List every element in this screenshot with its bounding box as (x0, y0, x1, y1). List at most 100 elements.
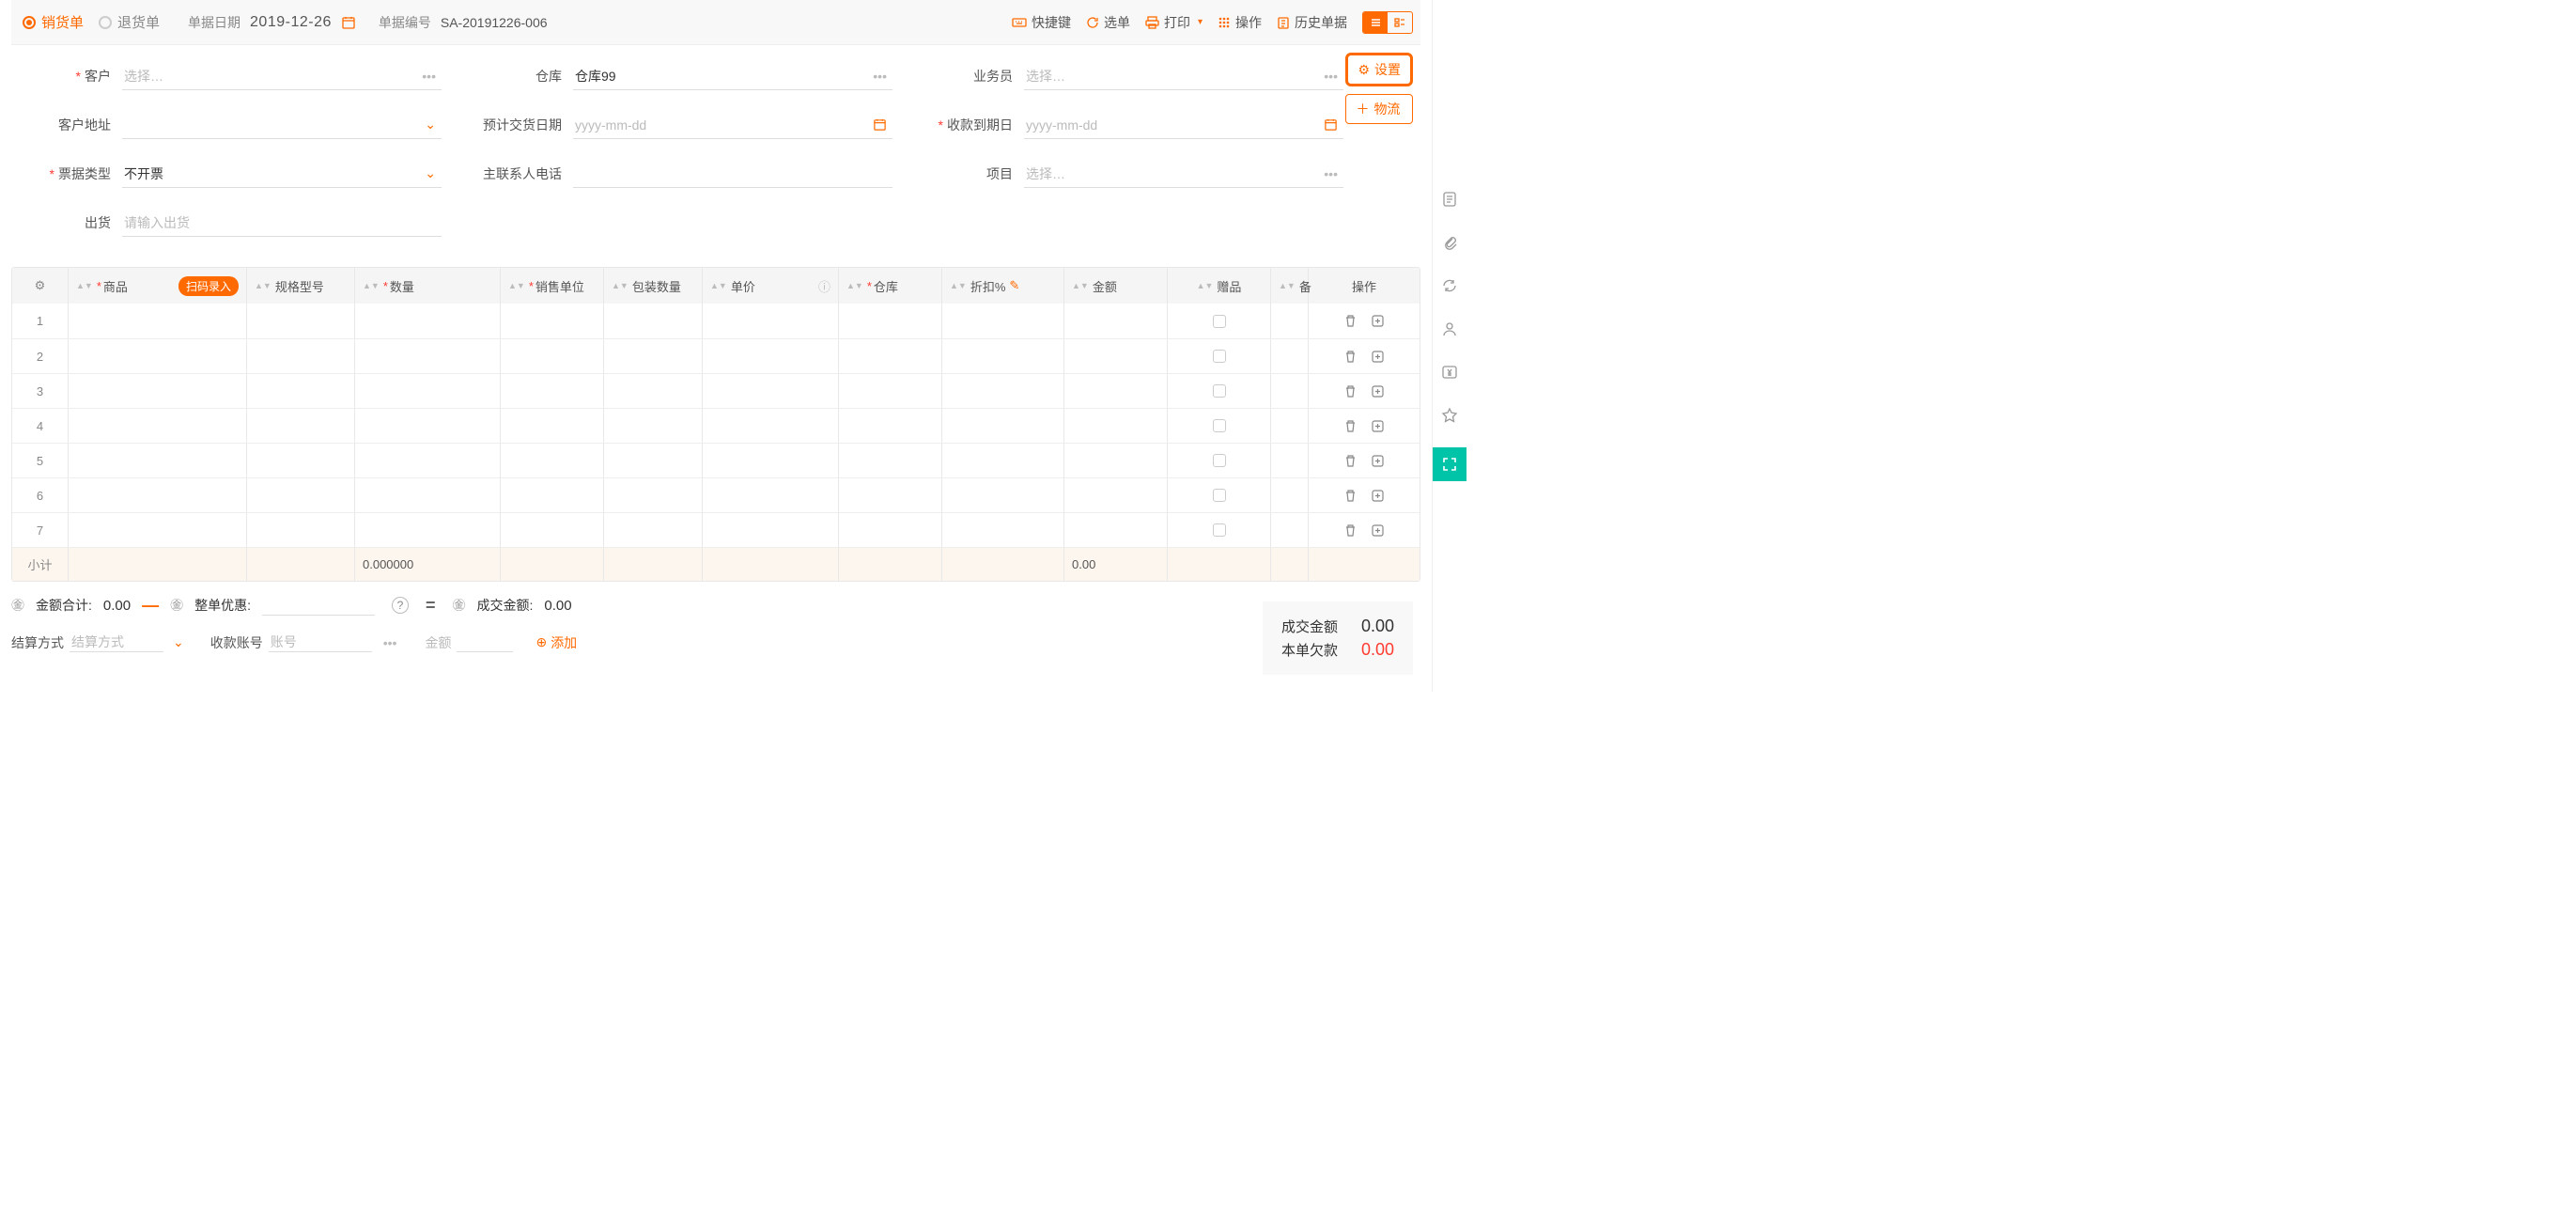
calendar-icon[interactable] (341, 15, 356, 30)
salesman-select[interactable] (1026, 69, 1320, 84)
cell-spec[interactable] (247, 304, 355, 338)
sort-icon[interactable]: ▲▼ (508, 283, 525, 289)
cell-discount[interactable] (942, 374, 1064, 408)
sort-icon[interactable]: ▲▼ (710, 283, 727, 289)
rail-price-icon[interactable] (1438, 361, 1461, 383)
sort-icon[interactable]: ▲▼ (950, 283, 967, 289)
calendar-icon[interactable] (1320, 117, 1342, 132)
table-row[interactable]: 1 (12, 304, 1420, 338)
cell-price[interactable] (703, 444, 839, 477)
ship-input[interactable] (124, 215, 440, 230)
cell-unit[interactable] (501, 374, 604, 408)
cell-product[interactable] (69, 339, 247, 373)
cell-pack[interactable] (604, 478, 703, 512)
cell-qty[interactable] (355, 444, 501, 477)
cell-note[interactable] (1271, 304, 1309, 338)
receive-account-input[interactable] (269, 632, 372, 652)
more-icon[interactable]: ••• (1320, 166, 1342, 181)
view-card-button[interactable] (1388, 12, 1412, 33)
cell-price[interactable] (703, 409, 839, 443)
cell-pack[interactable] (604, 409, 703, 443)
gift-checkbox[interactable] (1213, 419, 1226, 432)
gift-checkbox[interactable] (1213, 489, 1226, 502)
cell-unit[interactable] (501, 409, 604, 443)
history-button[interactable]: 历史单据 (1277, 13, 1347, 32)
chevron-down-icon[interactable]: ⌄ (421, 117, 440, 133)
tab-sales-order[interactable]: 销货单 (23, 12, 84, 32)
table-row[interactable]: 6 (12, 477, 1420, 512)
cell-pack[interactable] (604, 444, 703, 477)
cell-product[interactable] (69, 513, 247, 547)
cell-amount[interactable] (1064, 444, 1168, 477)
add-row-icon[interactable] (1371, 489, 1385, 503)
cell-warehouse[interactable] (839, 304, 942, 338)
cell-note[interactable] (1271, 409, 1309, 443)
cell-amount[interactable] (1064, 513, 1168, 547)
cell-note[interactable] (1271, 478, 1309, 512)
cell-qty[interactable] (355, 374, 501, 408)
help-icon[interactable]: ⓘ (818, 277, 830, 295)
rail-attachment-icon[interactable] (1438, 231, 1461, 254)
delivery-date-input[interactable] (575, 117, 869, 133)
cell-spec[interactable] (247, 339, 355, 373)
table-row[interactable]: 3 (12, 373, 1420, 408)
sort-icon[interactable]: ▲▼ (1279, 283, 1296, 289)
cell-qty[interactable] (355, 339, 501, 373)
delete-row-icon[interactable] (1343, 350, 1358, 364)
cell-qty[interactable] (355, 304, 501, 338)
gear-icon[interactable]: ⚙ (35, 278, 46, 293)
delete-row-icon[interactable] (1343, 314, 1358, 328)
cell-unit[interactable] (501, 513, 604, 547)
gift-checkbox[interactable] (1213, 523, 1226, 537)
cell-unit[interactable] (501, 304, 604, 338)
cell-pack[interactable] (604, 374, 703, 408)
more-icon[interactable]: ••• (869, 69, 891, 84)
rail-star-icon[interactable] (1438, 404, 1461, 427)
rail-sync-icon[interactable] (1438, 274, 1461, 297)
cell-qty[interactable] (355, 513, 501, 547)
cell-price[interactable] (703, 513, 839, 547)
cell-discount[interactable] (942, 444, 1064, 477)
cell-note[interactable] (1271, 339, 1309, 373)
add-row-icon[interactable] (1371, 350, 1385, 364)
cell-pack[interactable] (604, 339, 703, 373)
add-row-icon[interactable] (1371, 419, 1385, 433)
cell-spec[interactable] (247, 513, 355, 547)
table-row[interactable]: 7 (12, 512, 1420, 547)
cell-spec[interactable] (247, 478, 355, 512)
cell-price[interactable] (703, 339, 839, 373)
print-button[interactable]: 打印▾ (1145, 13, 1203, 32)
delete-row-icon[interactable] (1343, 384, 1358, 398)
customer-select[interactable] (124, 69, 418, 84)
cell-amount[interactable] (1064, 478, 1168, 512)
cell-warehouse[interactable] (839, 374, 942, 408)
more-icon[interactable]: ••• (418, 69, 440, 84)
cell-product[interactable] (69, 478, 247, 512)
table-row[interactable]: 4 (12, 408, 1420, 443)
delete-row-icon[interactable] (1343, 489, 1358, 503)
cell-warehouse[interactable] (839, 444, 942, 477)
cell-spec[interactable] (247, 374, 355, 408)
sort-icon[interactable]: ▲▼ (255, 283, 272, 289)
cell-product[interactable] (69, 409, 247, 443)
cell-product[interactable] (69, 444, 247, 477)
cell-unit[interactable] (501, 444, 604, 477)
cell-qty[interactable] (355, 409, 501, 443)
rail-user-icon[interactable] (1438, 318, 1461, 340)
cell-note[interactable] (1271, 513, 1309, 547)
cell-amount[interactable] (1064, 339, 1168, 373)
calendar-icon[interactable] (869, 117, 891, 132)
warehouse-select[interactable] (575, 69, 869, 84)
cell-qty[interactable] (355, 478, 501, 512)
help-icon[interactable]: ? (392, 597, 409, 614)
settings-button[interactable]: ⚙设置 (1345, 53, 1413, 86)
address-input[interactable] (124, 117, 421, 133)
cell-amount[interactable] (1064, 409, 1168, 443)
delete-row-icon[interactable] (1343, 454, 1358, 468)
invoice-type-select[interactable] (124, 166, 421, 181)
pick-order-button[interactable]: 选单 (1086, 13, 1130, 32)
due-date-input[interactable] (1026, 117, 1320, 133)
cell-amount[interactable] (1064, 374, 1168, 408)
cell-spec[interactable] (247, 444, 355, 477)
add-row-icon[interactable] (1371, 314, 1385, 328)
